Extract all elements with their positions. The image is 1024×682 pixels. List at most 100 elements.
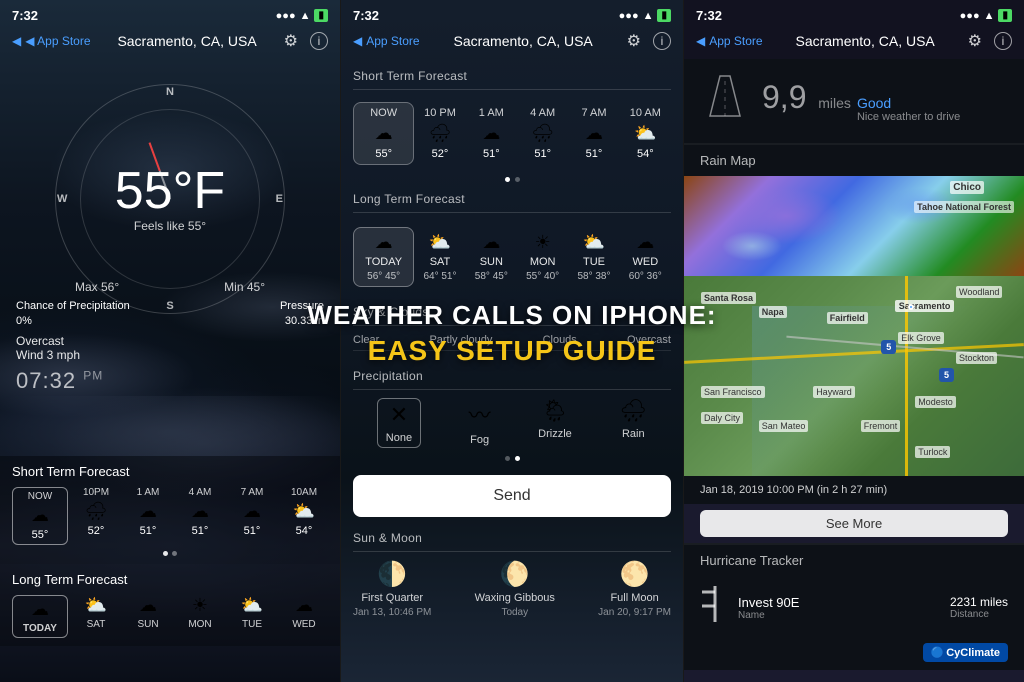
cyclimate-badge: 🔵 CyClimate	[923, 643, 1009, 662]
forecast-time-3: 4 AM	[189, 487, 212, 498]
hurricane-distance: 2231 miles	[950, 595, 1008, 609]
long-item-5: ☁ WED	[280, 595, 328, 638]
visibility-miles: 9,9 miles	[762, 79, 851, 116]
long-item-1: ⛅ SAT	[72, 595, 120, 638]
mid-long-0: ☁ TODAY 56° 45°	[353, 227, 414, 287]
mid-info-icon[interactable]: i	[653, 32, 671, 50]
main-temperature: 55°F	[115, 165, 225, 217]
mid-settings-icon[interactable]: ⚙	[627, 31, 641, 51]
info-icon[interactable]: i	[310, 32, 328, 50]
sky-partly: Partly cloudy	[429, 334, 492, 346]
mid-top-bar: ◀ App Store Sacramento, CA, USA ⚙ i	[341, 27, 683, 59]
fairfield-label: Fairfield	[827, 312, 868, 324]
long-item-2: ☁ SUN	[124, 595, 172, 638]
mid-forecast-1: 10 PM 🌧 52°	[414, 107, 465, 160]
forecast-time-1: 10PM	[83, 487, 109, 498]
precip-label: Chance of Precipitation	[16, 299, 130, 314]
forecast-icon-4: ☁	[243, 501, 261, 522]
middle-panel: 7:32 ●●● ▲ ▮ ◀ App Store Sacramento, CA,…	[340, 0, 684, 682]
max-min-temps: Max 56° Min 45°	[55, 280, 285, 294]
hurricane-content: Invest 90E Name 2231 miles Distance	[684, 576, 1024, 639]
forecast-item-2: 1 AM ☁ 51°	[124, 487, 172, 545]
mid-long-day-2: SUN	[480, 256, 503, 268]
mid-ftime-3: 4 AM	[530, 107, 555, 119]
hurricane-name-label: Name	[738, 610, 942, 621]
mid-ficon-4: ☁	[585, 123, 603, 144]
hurricane-section: Hurricane Tracker Invest 90E Name 2231 m…	[684, 543, 1024, 670]
right-time: 7:32	[696, 8, 722, 23]
san-mateo-label: San Mateo	[759, 420, 809, 432]
road-icon	[700, 71, 750, 131]
none-label: None	[386, 432, 412, 444]
forecast-item-5: 10AM ⛅ 54°	[280, 487, 328, 545]
time-suffix: PM	[83, 368, 103, 382]
long-item-0: ☁ TODAY	[12, 595, 68, 638]
mid-long-day-0: TODAY	[365, 256, 402, 268]
mid-long-temps-4: 58° 38°	[577, 271, 610, 282]
precip-none[interactable]: ✕ None	[377, 398, 421, 448]
mid-long-title: Long Term Forecast	[353, 192, 671, 213]
precip-fog[interactable]: 〰 Fog	[469, 398, 491, 448]
precip-value: 0%	[16, 314, 130, 329]
right-app-store-link[interactable]: ◀ App Store	[696, 34, 763, 48]
battery-icon: ▮	[314, 9, 328, 22]
hurricane-header: Hurricane Tracker	[684, 544, 1024, 576]
mid-forecast-row: NOW ☁ 55° 10 PM 🌧 52° 1 AM ☁ 51° 4 AM 🌧	[353, 98, 671, 169]
right-status-bar: 7:32 ●●● ▲ ▮	[684, 0, 1024, 27]
precip-rain[interactable]: 🌧 Rain	[619, 398, 647, 448]
back-arrow-icon: ◀	[12, 34, 21, 48]
compass-north: N	[166, 86, 174, 98]
left-status-bar: 7:32 ●●● ▲ ▮	[0, 0, 340, 27]
hurricane-info: Invest 90E Name	[738, 595, 942, 621]
waxing-gibbous: 🌔 Waxing Gibbous Today	[475, 560, 555, 618]
forecast-temp-5: 54°	[296, 525, 313, 537]
left-long-forecast-row: ☁ TODAY ⛅ SAT ☁ SUN ☀ MON ⛅ TUE	[12, 595, 328, 638]
right-settings-icon[interactable]: ⚙	[968, 31, 982, 51]
hurricane-name: Invest 90E	[738, 595, 942, 610]
forecast-temp-4: 51°	[244, 525, 261, 537]
right-location: Sacramento, CA, USA	[795, 33, 934, 49]
time-display: 07:32 PM	[0, 366, 340, 396]
visibility-number: 9,9	[762, 79, 806, 115]
mid-ficon-2: ☁	[482, 123, 500, 144]
forecast-item-3: 4 AM ☁ 51°	[176, 487, 224, 545]
long-day-5: WED	[292, 619, 315, 630]
forecast-temp-2: 51°	[140, 525, 157, 537]
send-button[interactable]: Send	[353, 475, 671, 517]
forecast-time-0: NOW	[28, 491, 52, 502]
right-status-icons: ●●● ▲ ▮	[960, 9, 1012, 22]
mid-ftemp-2: 51°	[483, 148, 500, 160]
right-info-icon[interactable]: i	[994, 32, 1012, 50]
woodland-label: Woodland	[956, 286, 1002, 298]
mid-back-icon: ◀	[353, 34, 362, 48]
long-day-2: SUN	[137, 619, 158, 630]
mid-battery-icon: ▮	[657, 9, 671, 22]
settings-icon[interactable]: ⚙	[284, 31, 298, 51]
fog-icon: 〰	[469, 398, 491, 430]
forecast-icon-5: ⛅	[293, 501, 315, 522]
map-section: Santa Rosa Napa Fairfield Sacramento Elk…	[684, 276, 1024, 476]
forecast-time-5: 10AM	[291, 487, 317, 498]
sun-moon-title: Sun & Moon	[353, 531, 671, 552]
long-item-4: ⛅ TUE	[228, 595, 276, 638]
mid-short-forecast: Short Term Forecast NOW ☁ 55° 10 PM 🌧 52…	[341, 59, 683, 188]
sky-clouds-section: Sky & Clouds Clear Partly cloudy Clouds …	[341, 299, 683, 363]
stockton-label: Stockton	[956, 352, 997, 364]
drizzle-label: Drizzle	[538, 428, 572, 440]
rain-map-section: Rain Map Chico Tahoe National Forest	[684, 144, 1024, 276]
mid-long-3: ☀ MON 55° 40°	[517, 232, 568, 282]
sky-clouds: Clouds	[543, 334, 577, 346]
visibility-text: 9,9 miles Good Nice weather to drive	[762, 79, 1008, 123]
santa-rosa-label: Santa Rosa	[701, 292, 756, 304]
mid-ficon-1: 🌧	[429, 123, 452, 144]
see-more-button[interactable]: See More	[700, 510, 1008, 537]
left-short-forecast: Short Term Forecast NOW ☁ 55° 10PM 🌧 52°…	[0, 456, 340, 564]
precip-drizzle[interactable]: 🌦 Drizzle	[538, 398, 572, 448]
forecast-item-1: 10PM 🌧 52°	[72, 487, 120, 545]
left-app-store-link[interactable]: ◀ ◀ App Store	[12, 34, 91, 48]
mid-long-day-3: MON	[530, 256, 556, 268]
mid-app-store-link[interactable]: ◀ App Store	[353, 34, 420, 48]
hurricane-distance-info: 2231 miles Distance	[950, 595, 1008, 620]
first-quarter-label: First Quarter	[361, 592, 423, 604]
mid-status-bar: 7:32 ●●● ▲ ▮	[341, 0, 683, 27]
